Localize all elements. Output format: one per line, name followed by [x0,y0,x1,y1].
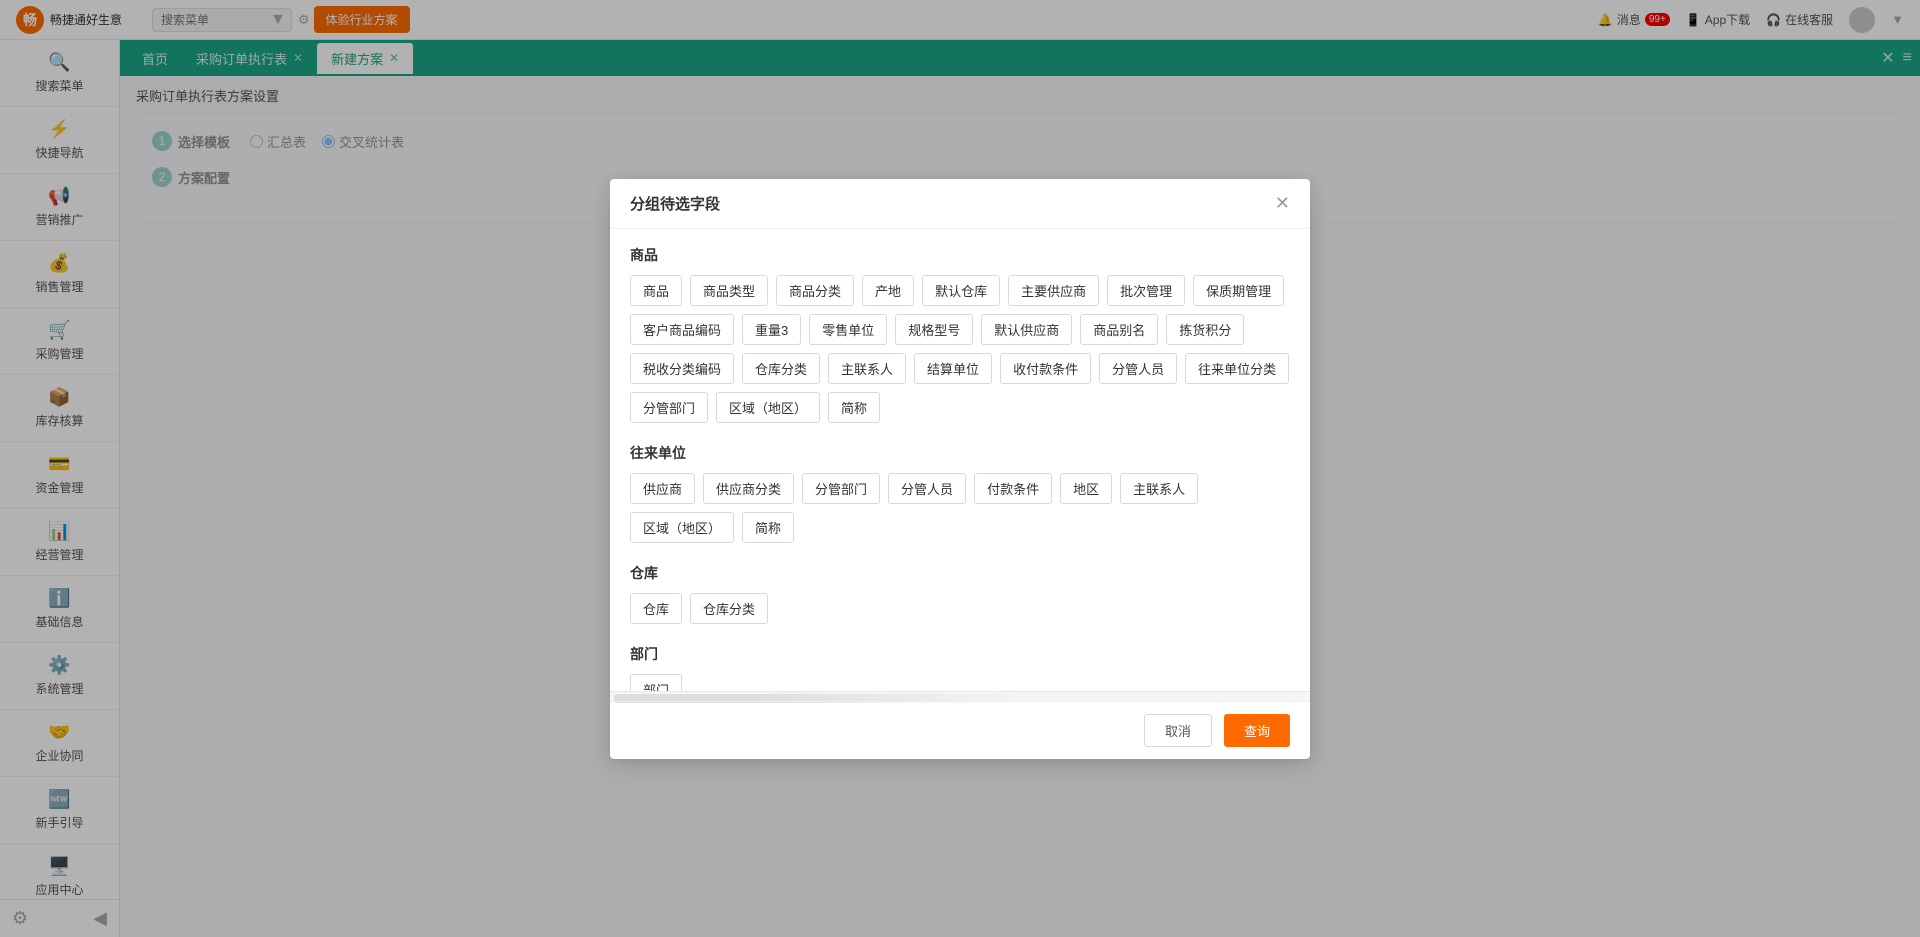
field-grid-partner: 供应商供应商分类分管部门分管人员付款条件地区主联系人区域（地区） 简称 [630,473,1290,543]
section-partner: 往来单位供应商供应商分类分管部门分管人员付款条件地区主联系人区域（地区） 简称 [630,443,1290,543]
field-tag[interactable]: 主要供应商 [1008,275,1099,306]
field-tag[interactable]: 主联系人 [1120,473,1198,504]
modal-overlay[interactable]: 分组待选字段 ✕ 商品商品商品类型商品分类产地默认仓库主要供应商批次管理保质期管… [0,0,1920,937]
field-tag[interactable]: 地区 [1060,473,1112,504]
field-tag[interactable]: 仓库分类 [690,593,768,624]
modal-header: 分组待选字段 ✕ [610,179,1310,229]
field-tag[interactable]: 往来单位分类 [1185,353,1289,384]
field-tag[interactable]: 区域（地区） [630,512,734,543]
field-tag[interactable]: 客户商品编码 [630,314,734,345]
field-tag[interactable]: 分管人员 [888,473,966,504]
field-tag[interactable]: 重量3 [742,314,801,345]
modal-title: 分组待选字段 [630,193,720,214]
field-tag[interactable]: 部门 [630,674,682,691]
field-tag[interactable]: 产地 [862,275,914,306]
modal-body[interactable]: 商品商品商品类型商品分类产地默认仓库主要供应商批次管理保质期管理客户商品编码重量… [610,229,1310,691]
field-tag[interactable]: 简称 [742,512,794,543]
field-tag[interactable]: 商品 [630,275,682,306]
field-grid-warehouse: 仓库仓库分类 [630,593,1290,624]
field-tag[interactable]: 供应商分类 [703,473,794,504]
field-tag[interactable]: 税收分类编码 [630,353,734,384]
section-title-department: 部门 [630,644,1290,664]
modal-hscroll[interactable] [610,691,1310,701]
field-tag[interactable]: 规格型号 [895,314,973,345]
field-tag[interactable]: 简称 [828,392,880,423]
field-tag[interactable]: 主联系人 [828,353,906,384]
field-tag[interactable]: 供应商 [630,473,695,504]
field-tag[interactable]: 仓库 [630,593,682,624]
section-title-goods: 商品 [630,245,1290,265]
field-tag[interactable]: 零售单位 [809,314,887,345]
section-title-partner: 往来单位 [630,443,1290,463]
section-department: 部门部门 [630,644,1290,691]
field-tag[interactable]: 分管部门 [802,473,880,504]
field-tag[interactable]: 区域（地区） [716,392,820,423]
field-grid-department: 部门 [630,674,1290,691]
section-warehouse: 仓库仓库仓库分类 [630,563,1290,624]
field-tag[interactable]: 分管人员 [1099,353,1177,384]
section-title-warehouse: 仓库 [630,563,1290,583]
field-grid-goods: 商品商品类型商品分类产地默认仓库主要供应商批次管理保质期管理客户商品编码重量3 零… [630,275,1290,423]
field-tag[interactable]: 收付款条件 [1000,353,1091,384]
field-tag[interactable]: 商品别名 [1080,314,1158,345]
cancel-button[interactable]: 取消 [1144,714,1212,747]
modal-close-btn[interactable]: ✕ [1275,193,1290,214]
field-tag[interactable]: 拣货积分 [1166,314,1244,345]
field-tag[interactable]: 保质期管理 [1193,275,1284,306]
field-tag[interactable]: 付款条件 [974,473,1052,504]
modal: 分组待选字段 ✕ 商品商品商品类型商品分类产地默认仓库主要供应商批次管理保质期管… [610,179,1310,759]
field-tag[interactable]: 批次管理 [1107,275,1185,306]
field-tag[interactable]: 默认仓库 [922,275,1000,306]
field-tag[interactable]: 仓库分类 [742,353,820,384]
field-tag[interactable]: 默认供应商 [981,314,1072,345]
field-tag[interactable]: 分管部门 [630,392,708,423]
confirm-button[interactable]: 查询 [1224,714,1290,747]
modal-footer: 取消 查询 [610,701,1310,759]
field-tag[interactable]: 结算单位 [914,353,992,384]
section-goods: 商品商品商品类型商品分类产地默认仓库主要供应商批次管理保质期管理客户商品编码重量… [630,245,1290,423]
field-tag[interactable]: 商品类型 [690,275,768,306]
field-tag[interactable]: 商品分类 [776,275,854,306]
